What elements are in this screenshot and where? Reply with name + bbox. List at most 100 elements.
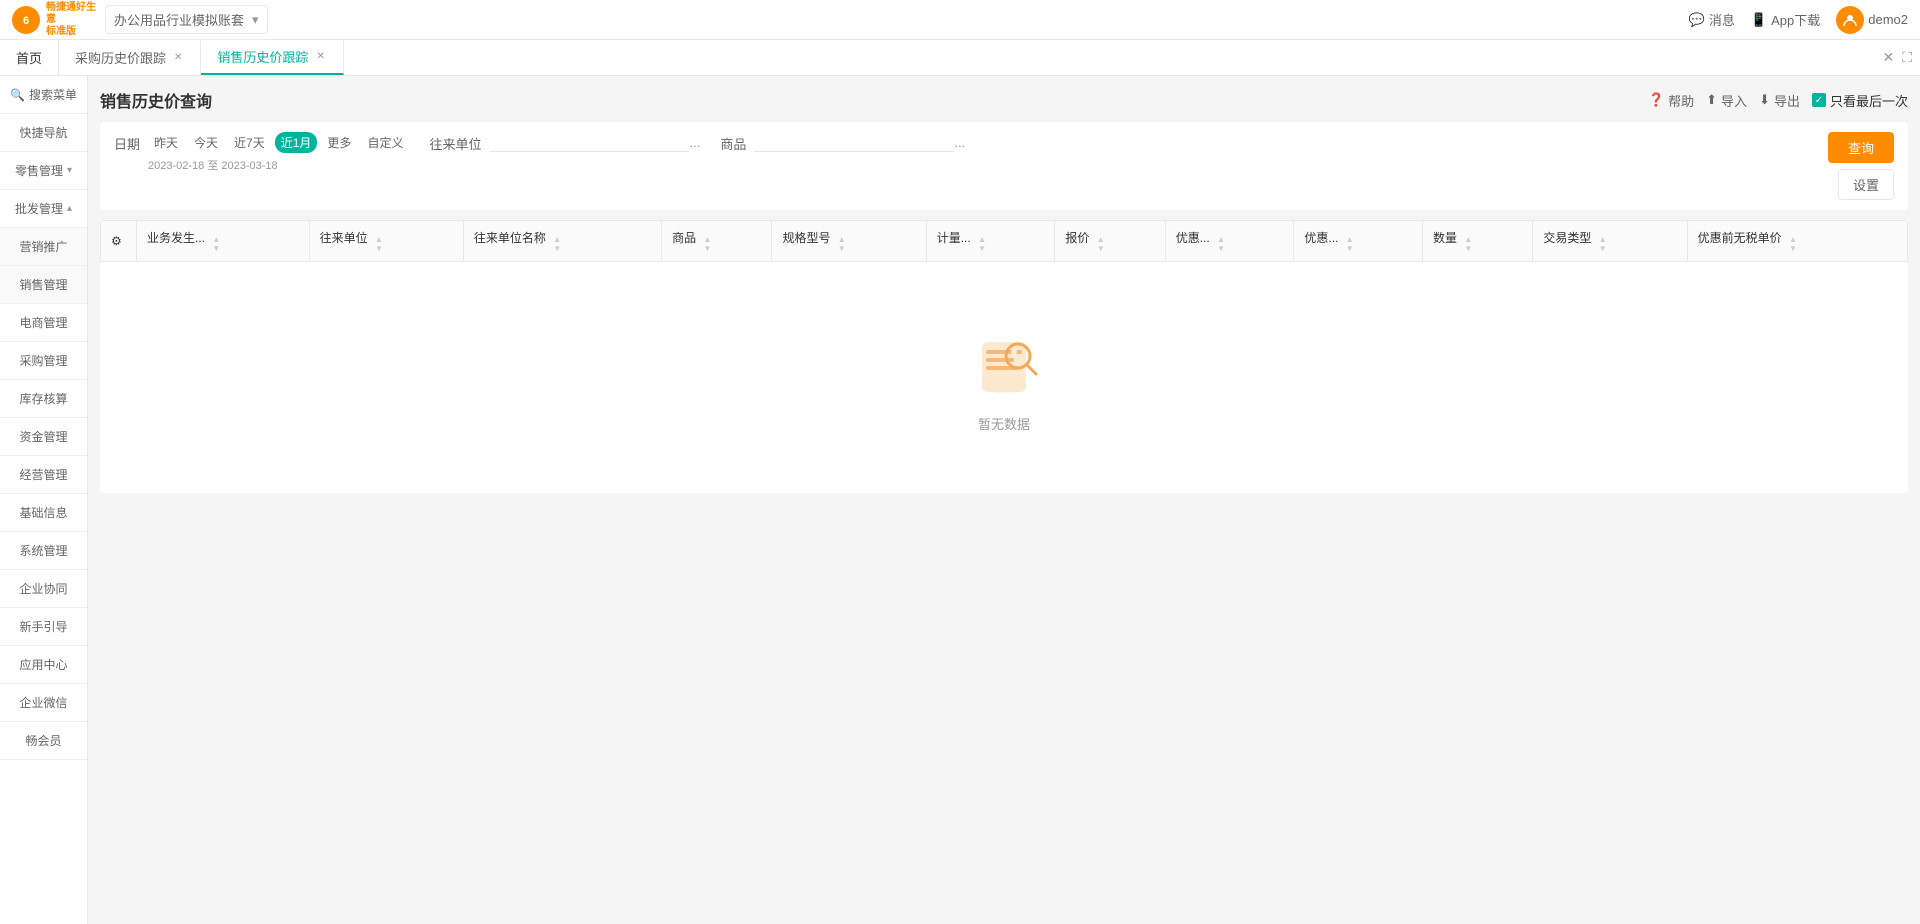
sidebar-item-ecommerce[interactable]: 电商管理	[0, 304, 87, 342]
workspace-selector[interactable]: 办公用品行业模拟账套 ▾	[105, 5, 268, 34]
sidebar-item-inventory[interactable]: 库存核算	[0, 380, 87, 418]
tab-bar-right: ✕ ⛶	[1882, 40, 1920, 75]
table-col-partner-code[interactable]: 往来单位 ▲▼	[309, 221, 463, 262]
sidebar-item-marketing[interactable]: 营销推广	[0, 228, 87, 266]
date-btn-today[interactable]: 今天	[188, 132, 224, 153]
mobile-icon: 📱	[1751, 12, 1767, 28]
partner-input[interactable]	[489, 132, 689, 152]
sort-arrows-trade-type: ▲▼	[1599, 236, 1607, 253]
sort-arrows-biz-date: ▲▼	[212, 236, 220, 253]
table-col-qty[interactable]: 数量 ▲▼	[1423, 221, 1533, 262]
tab-purchase-history[interactable]: 采购历史价跟踪 ✕	[59, 40, 201, 75]
chevron-up-icon: ▴	[67, 203, 72, 214]
sort-arrows-qty: ▲▼	[1464, 236, 1472, 253]
table-col-trade-type[interactable]: 交易类型 ▲▼	[1533, 221, 1687, 262]
close-sales-history-tab[interactable]: ✕	[314, 49, 326, 64]
sidebar-item-app-center[interactable]: 应用中心	[0, 646, 87, 684]
filter-right-actions: 查询 设置	[1828, 132, 1894, 200]
table-col-partner-name[interactable]: 往来单位名称 ▲▼	[463, 221, 661, 262]
message-button[interactable]: 💬 消息	[1689, 10, 1735, 29]
sidebar-item-search[interactable]: 🔍 搜索菜单	[0, 76, 87, 114]
maximize-icon[interactable]: ⛶	[1902, 49, 1912, 66]
date-filter-group: 日期 昨天 今天 近7天 近1月 更多 自定义 2023-02-18 至 202…	[114, 132, 409, 173]
goods-filter-label: 商品	[720, 132, 746, 153]
page-actions: ❓ 帮助 ⬆ 导入 ⬇ 导出 ✓ 只看最后一次	[1648, 91, 1908, 110]
sidebar-item-enterprise[interactable]: 企业协同	[0, 570, 87, 608]
filter-settings-button[interactable]: 设置	[1838, 169, 1894, 200]
sidebar-item-quick-nav[interactable]: 快捷导航	[0, 114, 87, 152]
close-purchase-history-tab[interactable]: ✕	[172, 50, 184, 65]
sales-history-tab-label: 销售历史价跟踪	[217, 47, 308, 66]
sort-arrows-partner-code: ▲▼	[375, 236, 383, 253]
goods-input[interactable]	[754, 132, 954, 152]
page-title: 销售历史价查询	[100, 88, 212, 112]
sort-arrows-discount1: ▲▼	[1217, 236, 1225, 253]
table-col-pre-tax-price[interactable]: 优惠前无税单价 ▲▼	[1687, 221, 1907, 262]
sidebar-item-system[interactable]: 系统管理	[0, 532, 87, 570]
logo-text: 畅捷通好生意 标准版	[46, 2, 97, 38]
checkbox-icon: ✓	[1812, 93, 1826, 107]
page-header: 销售历史价查询 ❓ 帮助 ⬆ 导入 ⬇ 导出 ✓ 只看最后一次	[100, 88, 1908, 112]
main-layout: 🔍 搜索菜单 快捷导航 零售管理 ▾ 批发管理 ▴ 营销推广 销售管理 电商管理…	[0, 76, 1920, 924]
close-all-tabs-icon[interactable]: ✕	[1882, 49, 1894, 66]
date-btn-yesterday[interactable]: 昨天	[148, 132, 184, 153]
tab-bar: 首页 采购历史价跟踪 ✕ 销售历史价跟踪 ✕ ✕ ⛶	[0, 40, 1920, 76]
sidebar-item-wholesale[interactable]: 批发管理 ▴	[0, 190, 87, 228]
user-avatar-button[interactable]: demo2	[1836, 6, 1908, 34]
date-btn-1month[interactable]: 近1月	[275, 132, 318, 153]
only-last-checkbox[interactable]: ✓ 只看最后一次	[1812, 91, 1908, 110]
tab-sales-history[interactable]: 销售历史价跟踪 ✕	[201, 40, 343, 75]
table-col-spec[interactable]: 规格型号 ▲▼	[772, 221, 926, 262]
goods-dots-button[interactable]: ...	[954, 135, 965, 150]
sidebar-item-guide[interactable]: 新手引导	[0, 608, 87, 646]
logo-icon: 6	[12, 6, 40, 34]
empty-icon	[964, 322, 1044, 402]
sidebar: 🔍 搜索菜单 快捷导航 零售管理 ▾ 批发管理 ▴ 营销推广 销售管理 电商管理…	[0, 76, 88, 924]
sidebar-item-finance[interactable]: 资金管理	[0, 418, 87, 456]
table-col-price[interactable]: 报价 ▲▼	[1055, 221, 1165, 262]
table-col-discount2[interactable]: 优惠... ▲▼	[1294, 221, 1423, 262]
sidebar-item-sales-mgmt[interactable]: 销售管理	[0, 266, 87, 304]
table-col-goods[interactable]: 商品 ▲▼	[662, 221, 772, 262]
date-btn-custom[interactable]: 自定义	[361, 132, 409, 153]
sidebar-item-purchase[interactable]: 采购管理	[0, 342, 87, 380]
help-icon: ❓	[1648, 92, 1664, 108]
date-btn-7days[interactable]: 近7天	[228, 132, 271, 153]
tab-home[interactable]: 首页	[0, 40, 59, 75]
sidebar-item-corp-wechat[interactable]: 企业微信	[0, 684, 87, 722]
table-col-discount1[interactable]: 优惠... ▲▼	[1165, 221, 1294, 262]
sidebar-item-retail[interactable]: 零售管理 ▾	[0, 152, 87, 190]
import-icon: ⬆	[1706, 92, 1717, 108]
search-button[interactable]: 查询	[1828, 132, 1894, 163]
svg-text:6: 6	[23, 15, 29, 27]
date-btn-more[interactable]: 更多	[321, 132, 357, 153]
chevron-down-icon: ▾	[252, 12, 259, 28]
data-table-wrap: ⚙ 业务发生... ▲▼ 往来单位 ▲▼ 往来单位名称 ▲▼	[100, 220, 1908, 493]
sidebar-item-operations[interactable]: 经营管理	[0, 456, 87, 494]
table-col-settings[interactable]: ⚙	[101, 221, 137, 262]
help-button[interactable]: ❓ 帮助	[1648, 91, 1694, 110]
avatar	[1836, 6, 1864, 34]
date-range-display: 2023-02-18 至 2023-03-18	[148, 157, 409, 173]
message-icon: 💬	[1689, 12, 1705, 28]
sort-arrows-unit: ▲▼	[978, 236, 986, 253]
filter-bar: 日期 昨天 今天 近7天 近1月 更多 自定义 2023-02-18 至 202…	[100, 122, 1908, 210]
sidebar-item-member[interactable]: 畅会员	[0, 722, 87, 760]
search-icon: 🔍	[10, 88, 25, 102]
sort-arrows-spec: ▲▼	[838, 236, 846, 253]
table-col-unit[interactable]: 计量... ▲▼	[926, 221, 1055, 262]
sort-arrows-discount2: ▲▼	[1346, 236, 1354, 253]
app-download-button[interactable]: 📱 App下载	[1751, 10, 1820, 29]
goods-filter-group: 商品 ...	[720, 132, 965, 153]
export-button[interactable]: ⬇ 导出	[1759, 91, 1800, 110]
top-bar-right: 💬 消息 📱 App下载 demo2	[1689, 6, 1908, 34]
partner-dots-button[interactable]: ...	[689, 135, 700, 150]
chevron-down-icon: ▾	[67, 165, 72, 176]
date-buttons: 昨天 今天 近7天 近1月 更多 自定义	[148, 132, 409, 153]
data-table: ⚙ 业务发生... ▲▼ 往来单位 ▲▼ 往来单位名称 ▲▼	[100, 220, 1908, 262]
sidebar-item-basic-info[interactable]: 基础信息	[0, 494, 87, 532]
top-bar: 6 畅捷通好生意 标准版 办公用品行业模拟账套 ▾ 💬 消息 📱 App下载	[0, 0, 1920, 40]
sort-arrows-partner-name: ▲▼	[553, 236, 561, 253]
import-button[interactable]: ⬆ 导入	[1706, 91, 1747, 110]
table-col-biz-date[interactable]: 业务发生... ▲▼	[137, 221, 310, 262]
